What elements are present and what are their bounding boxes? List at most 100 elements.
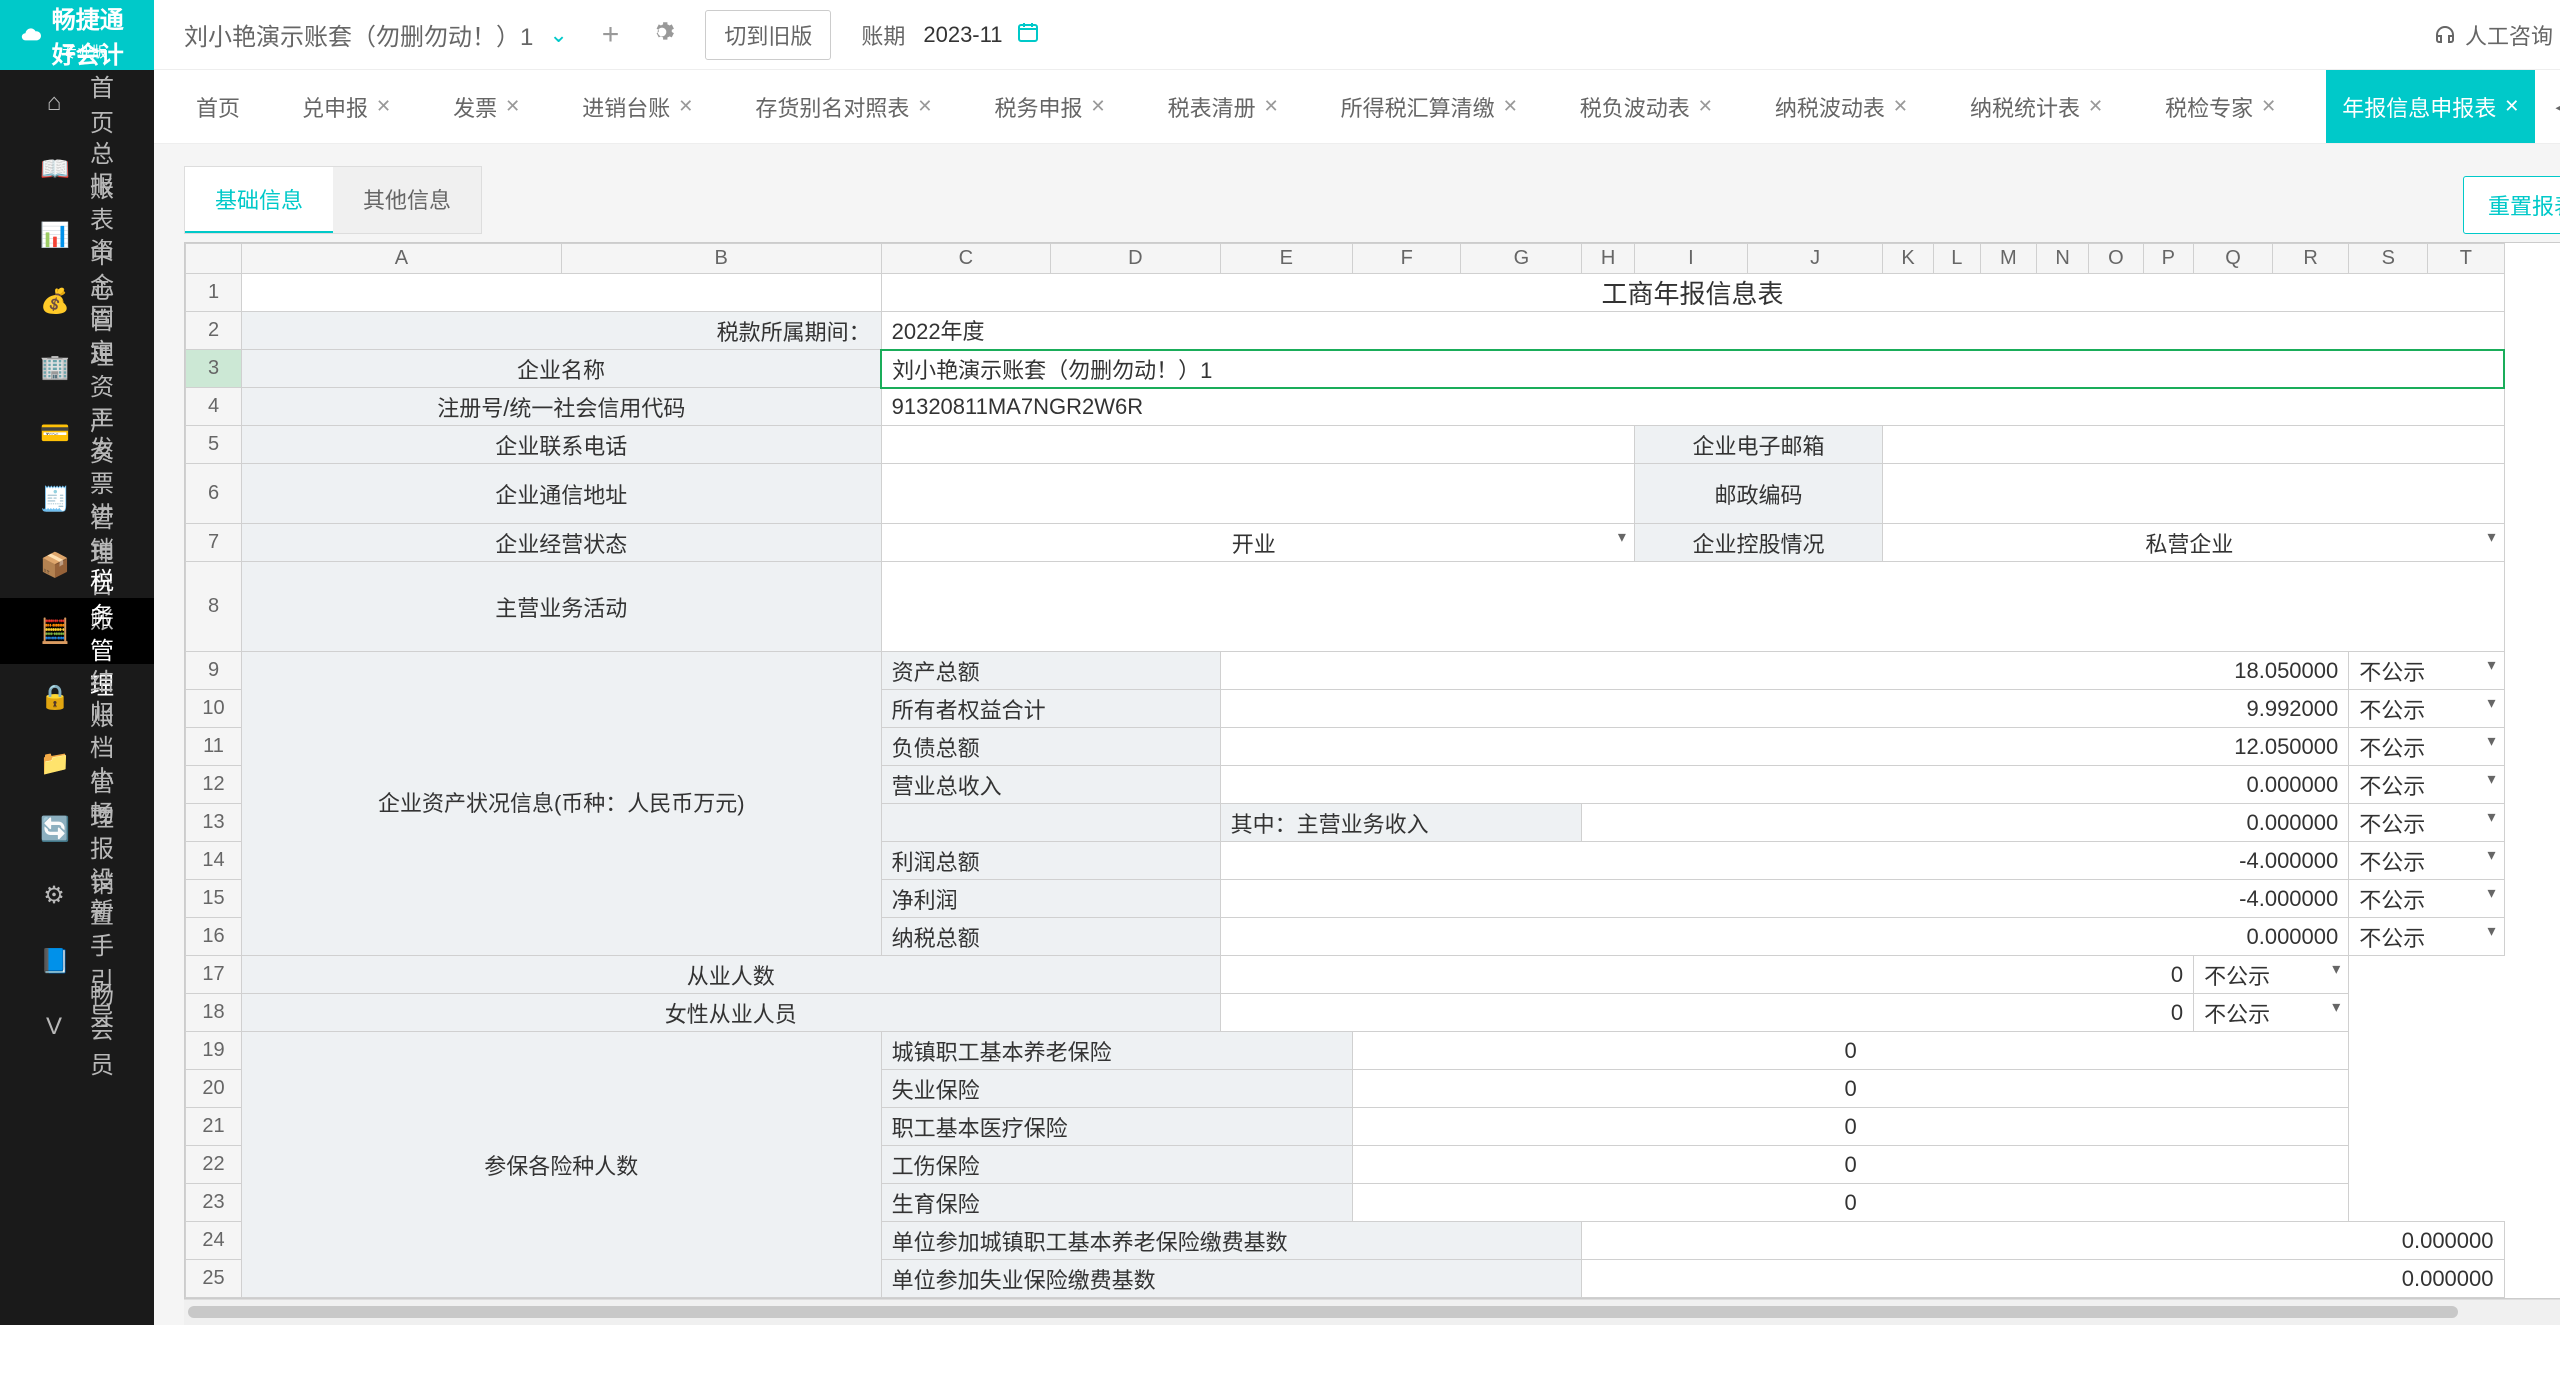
sidebar-item-10[interactable]: 📁归档管理 xyxy=(0,730,154,796)
col-header[interactable]: N xyxy=(2036,244,2088,274)
cell[interactable] xyxy=(1883,426,2504,464)
tab-7[interactable]: 所得税汇算清缴✕ xyxy=(1329,91,1530,123)
sidebar-item-6[interactable]: 🧾发票管理 xyxy=(0,466,154,532)
reset-report-button[interactable]: 重置报表 xyxy=(2463,176,2560,234)
cell[interactable]: 不公示 xyxy=(2349,918,2504,956)
cell[interactable]: 0 xyxy=(1353,1146,2349,1184)
cell[interactable]: -4.000000 xyxy=(1220,880,2349,918)
cell[interactable]: 主营业务活动 xyxy=(242,562,882,652)
tab-close-icon[interactable]: ✕ xyxy=(2504,96,2519,117)
cell[interactable]: 利润总额 xyxy=(881,842,1220,880)
tab-close-icon[interactable]: ✕ xyxy=(678,96,693,117)
row-header[interactable]: 1 xyxy=(186,274,242,312)
settings-icon[interactable] xyxy=(649,19,675,50)
cell[interactable]: 2022年度 xyxy=(881,312,2504,350)
tab-9[interactable]: 纳税波动表✕ xyxy=(1763,91,1920,123)
col-header[interactable]: C xyxy=(881,244,1050,274)
sidebar-item-9[interactable]: 🔒结账 xyxy=(0,664,154,730)
tab-11[interactable]: 税检专家✕ xyxy=(2153,91,2288,123)
sidebar-item-7[interactable]: 📦进销台账 xyxy=(0,532,154,598)
col-header[interactable]: H xyxy=(1582,244,1634,274)
subtab-0[interactable]: 基础信息 xyxy=(185,167,333,233)
tab-close-icon[interactable]: ✕ xyxy=(917,96,932,117)
cell[interactable]: 企业经营状态 xyxy=(242,524,882,562)
cell[interactable]: 18.050000 xyxy=(1220,652,2349,690)
row-header[interactable]: 12 xyxy=(186,766,242,804)
spreadsheet[interactable]: ABCDEFGHIJKLMNOPQRST1工商年报信息表2税款所属期间：2022… xyxy=(184,242,2560,1299)
col-header[interactable]: G xyxy=(1461,244,1582,274)
account-name[interactable]: 刘小艳演示账套（勿删勿动！）1 xyxy=(184,17,533,52)
cell[interactable]: 不公示 xyxy=(2194,994,2349,1032)
cell[interactable] xyxy=(242,274,882,312)
cell[interactable]: 其中：主营业务收入 xyxy=(1220,804,1582,842)
sidebar-item-4[interactable]: 🏢固定资产 xyxy=(0,334,154,400)
sidebar-item-14[interactable]: V畅会员 xyxy=(0,994,154,1060)
cell[interactable]: -4.000000 xyxy=(1220,842,2349,880)
cell[interactable]: 0.000000 xyxy=(1582,1260,2504,1298)
account-dropdown-icon[interactable]: ⌄ xyxy=(549,22,567,48)
col-header[interactable]: I xyxy=(1634,244,1747,274)
sidebar-item-3[interactable]: 💰资金管理 xyxy=(0,268,154,334)
cell[interactable]: 企业电子邮箱 xyxy=(1634,426,1882,464)
col-header[interactable]: M xyxy=(1980,244,2036,274)
row-header[interactable]: 4 xyxy=(186,388,242,426)
cell[interactable]: 税款所属期间： xyxy=(242,312,882,350)
col-header[interactable]: K xyxy=(1883,244,1934,274)
tab-6[interactable]: 税表清册✕ xyxy=(1156,91,1291,123)
row-header[interactable]: 9 xyxy=(186,652,242,690)
cell[interactable]: 不公示 xyxy=(2349,766,2504,804)
tab-close-icon[interactable]: ✕ xyxy=(376,96,391,117)
cell[interactable]: 负债总额 xyxy=(881,728,1220,766)
cell[interactable]: 单位参加城镇职工基本养老保险缴费基数 xyxy=(881,1222,1582,1260)
row-header[interactable]: 17 xyxy=(186,956,242,994)
cell[interactable]: 女性从业人员 xyxy=(242,994,1221,1032)
row-header[interactable]: 19 xyxy=(186,1032,242,1070)
sidebar-item-8[interactable]: 🧮税务管理 xyxy=(0,598,154,664)
cell[interactable]: 不公示 xyxy=(2349,690,2504,728)
consult-link[interactable]: 人工咨询 xyxy=(2433,19,2553,51)
calendar-icon[interactable] xyxy=(1016,20,1040,49)
tab-12[interactable]: 年报信息申报表✕ xyxy=(2326,70,2535,144)
cell[interactable]: 12.050000 xyxy=(1220,728,2349,766)
cell[interactable]: 营业总收入 xyxy=(881,766,1220,804)
tab-10[interactable]: 纳税统计表✕ xyxy=(1958,91,2115,123)
cell[interactable]: 0.000000 xyxy=(1582,804,2349,842)
cell[interactable]: 所有者权益合计 xyxy=(881,690,1220,728)
tab-1[interactable]: 兑申报✕ xyxy=(290,91,403,123)
row-header[interactable]: 5 xyxy=(186,426,242,464)
tab-close-icon[interactable]: ✕ xyxy=(505,96,520,117)
cell[interactable]: 资产总额 xyxy=(881,652,1220,690)
col-header[interactable]: Q xyxy=(2194,244,2273,274)
col-header[interactable]: T xyxy=(2428,244,2504,274)
cell[interactable]: 企业资产状况信息(币种：人民币万元) xyxy=(242,652,882,956)
row-header[interactable]: 11 xyxy=(186,728,242,766)
cell[interactable]: 不公示 xyxy=(2349,804,2504,842)
col-header[interactable]: S xyxy=(2349,244,2428,274)
cell[interactable]: 0 xyxy=(1353,1108,2349,1146)
cell[interactable]: 邮政编码 xyxy=(1634,464,1882,524)
horizontal-scrollbar[interactable] xyxy=(184,1299,2560,1325)
row-header[interactable]: 13 xyxy=(186,804,242,842)
cell[interactable]: 不公示 xyxy=(2349,842,2504,880)
col-header[interactable] xyxy=(186,244,242,274)
row-header[interactable]: 23 xyxy=(186,1184,242,1222)
tab-close-icon[interactable]: ✕ xyxy=(1893,96,1908,117)
cell[interactable]: 91320811MA7NGR2W6R xyxy=(881,388,2504,426)
row-header[interactable]: 2 xyxy=(186,312,242,350)
cell[interactable]: 0.000000 xyxy=(1582,1222,2504,1260)
cell[interactable] xyxy=(881,464,1634,524)
cell[interactable]: 不公示 xyxy=(2349,652,2504,690)
col-header[interactable]: A xyxy=(242,244,562,274)
col-header[interactable]: R xyxy=(2273,244,2349,274)
tab-4[interactable]: 存货别名对照表✕ xyxy=(743,91,944,123)
cell[interactable]: 净利润 xyxy=(881,880,1220,918)
row-header[interactable]: 16 xyxy=(186,918,242,956)
cell[interactable]: 0.000000 xyxy=(1220,918,2349,956)
tab-8[interactable]: 税负波动表✕ xyxy=(1568,91,1725,123)
tab-3[interactable]: 进销台账✕ xyxy=(570,91,705,123)
cell[interactable]: 0 xyxy=(1353,1184,2349,1222)
sidebar-item-2[interactable]: 📊报表中心 xyxy=(0,202,154,268)
cell[interactable]: 私营企业 xyxy=(1883,524,2504,562)
row-header[interactable]: 25 xyxy=(186,1260,242,1298)
row-header[interactable]: 3 xyxy=(186,350,242,388)
